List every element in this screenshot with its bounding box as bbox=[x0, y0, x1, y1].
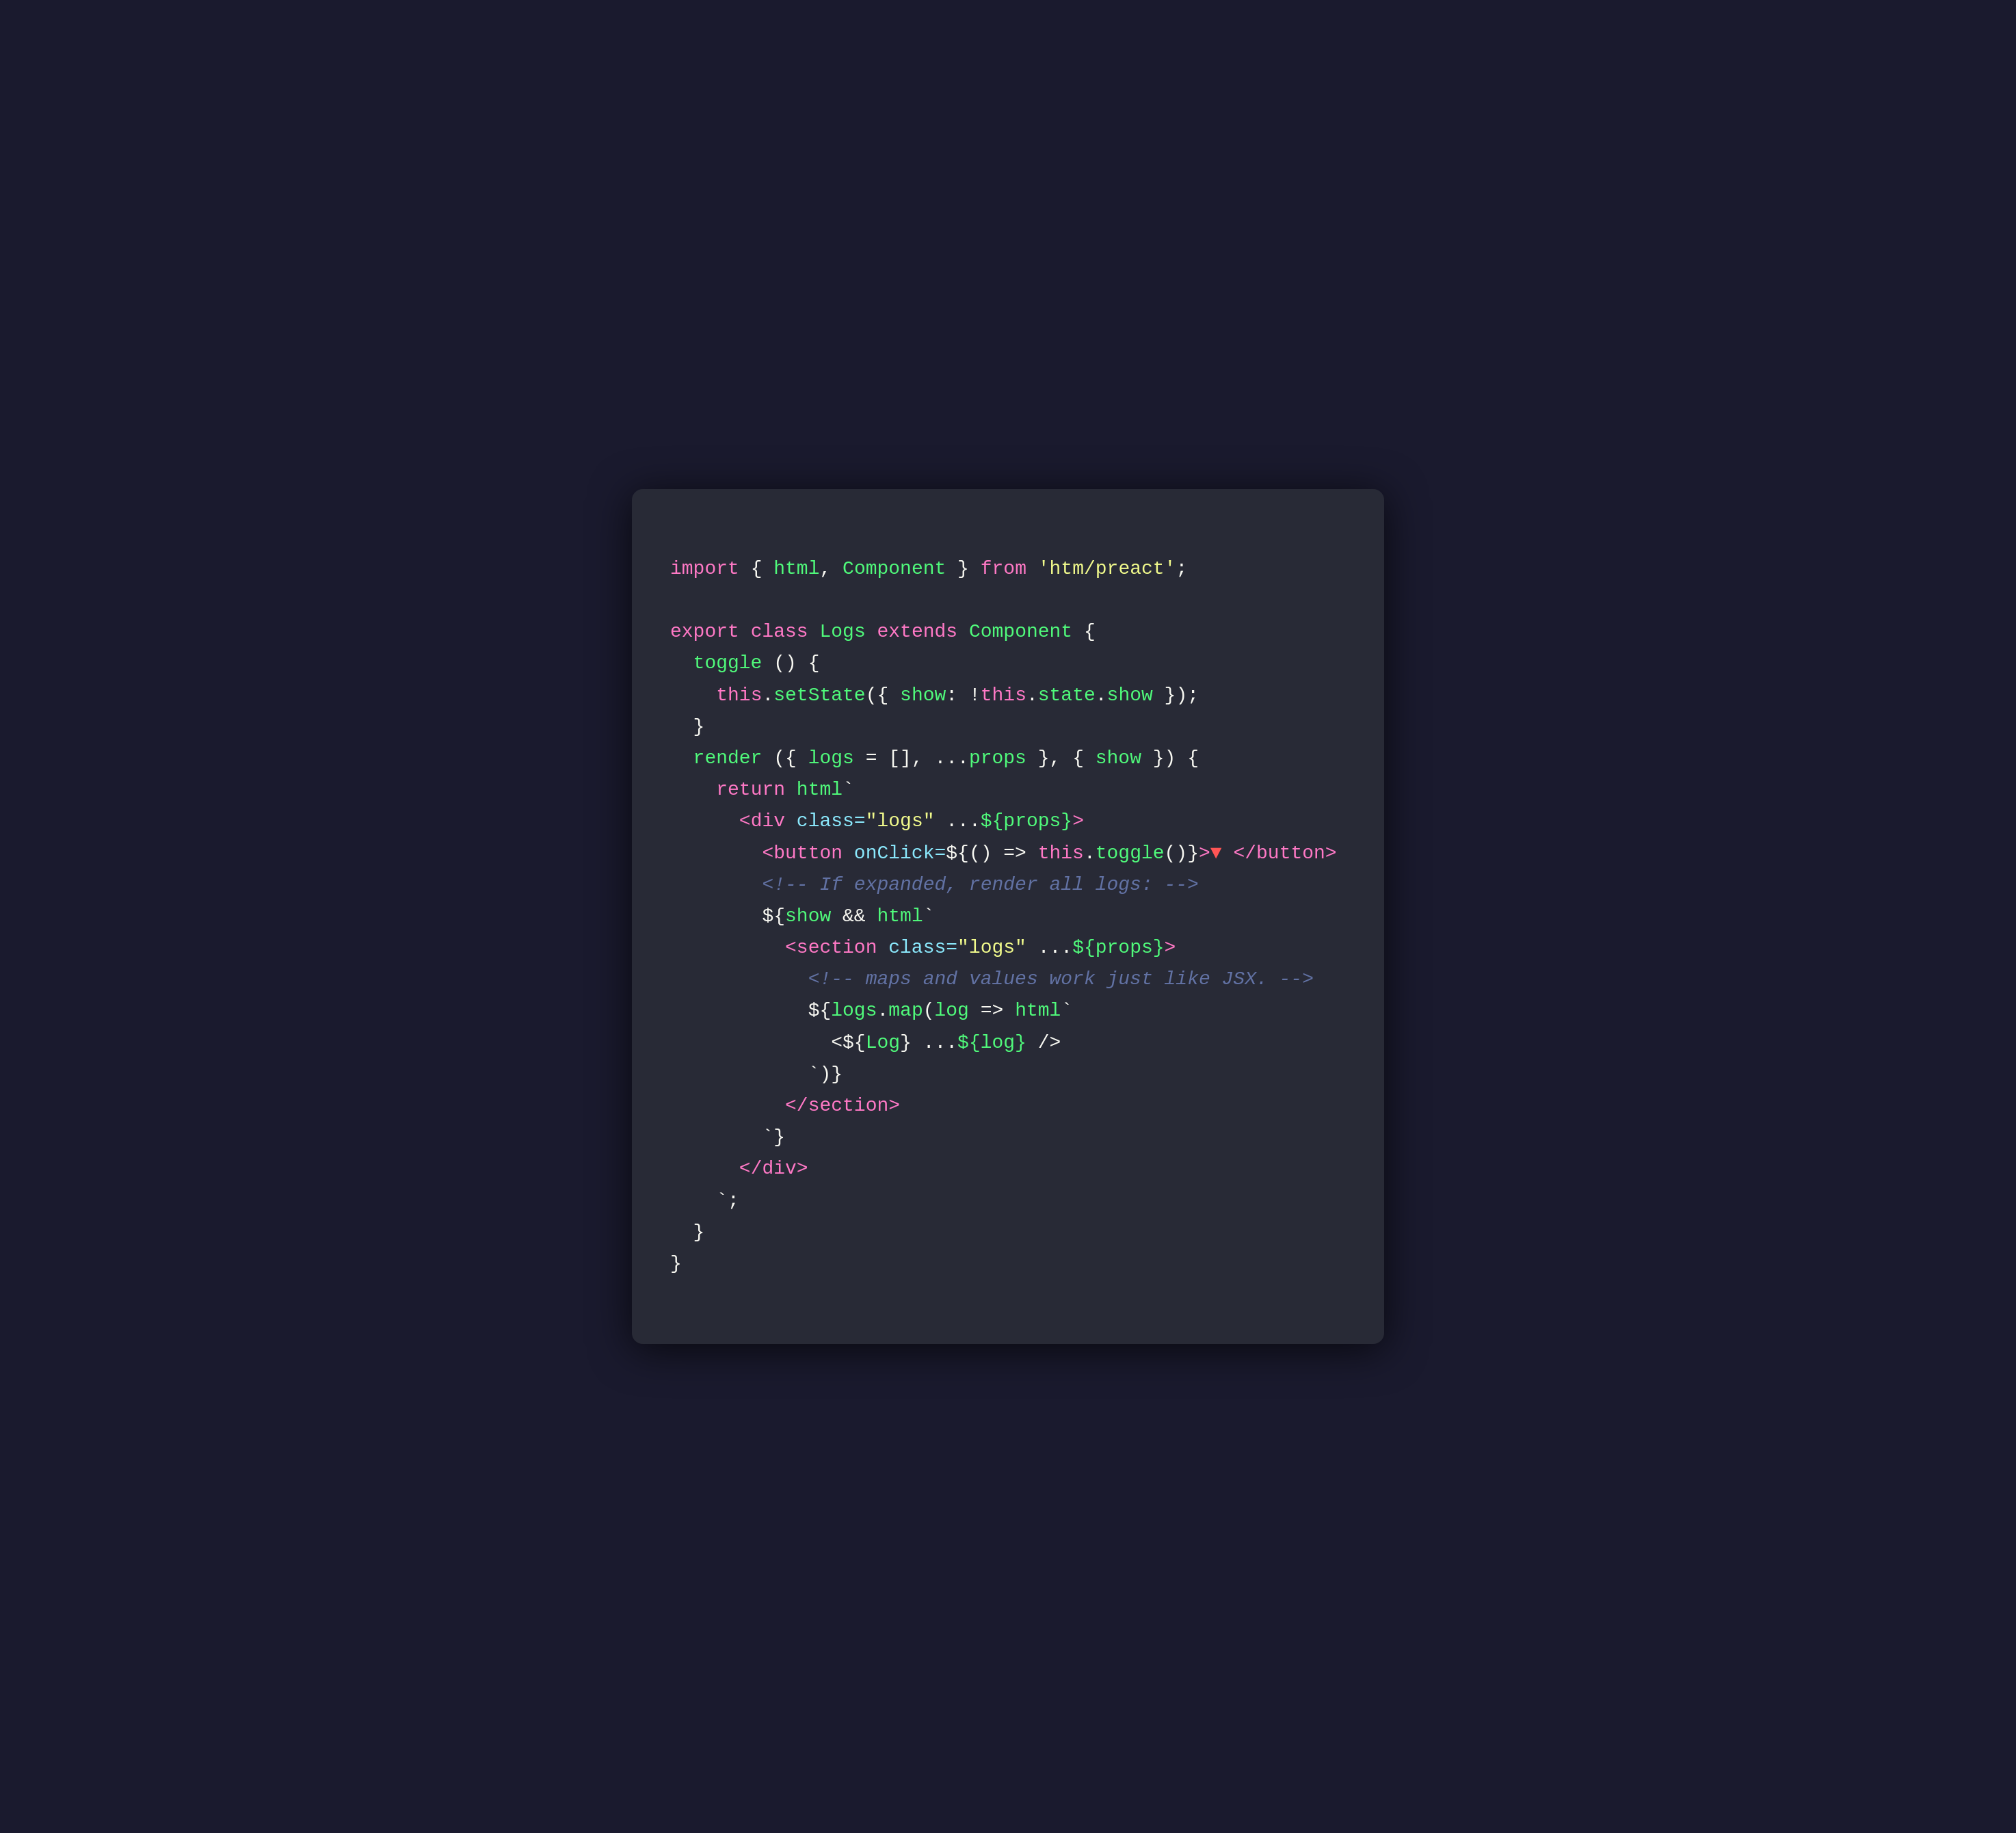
code-editor-window: import { html, Component } from 'htm/pre… bbox=[632, 489, 1384, 1345]
code-content: import { html, Component } from 'htm/pre… bbox=[670, 522, 1346, 1312]
